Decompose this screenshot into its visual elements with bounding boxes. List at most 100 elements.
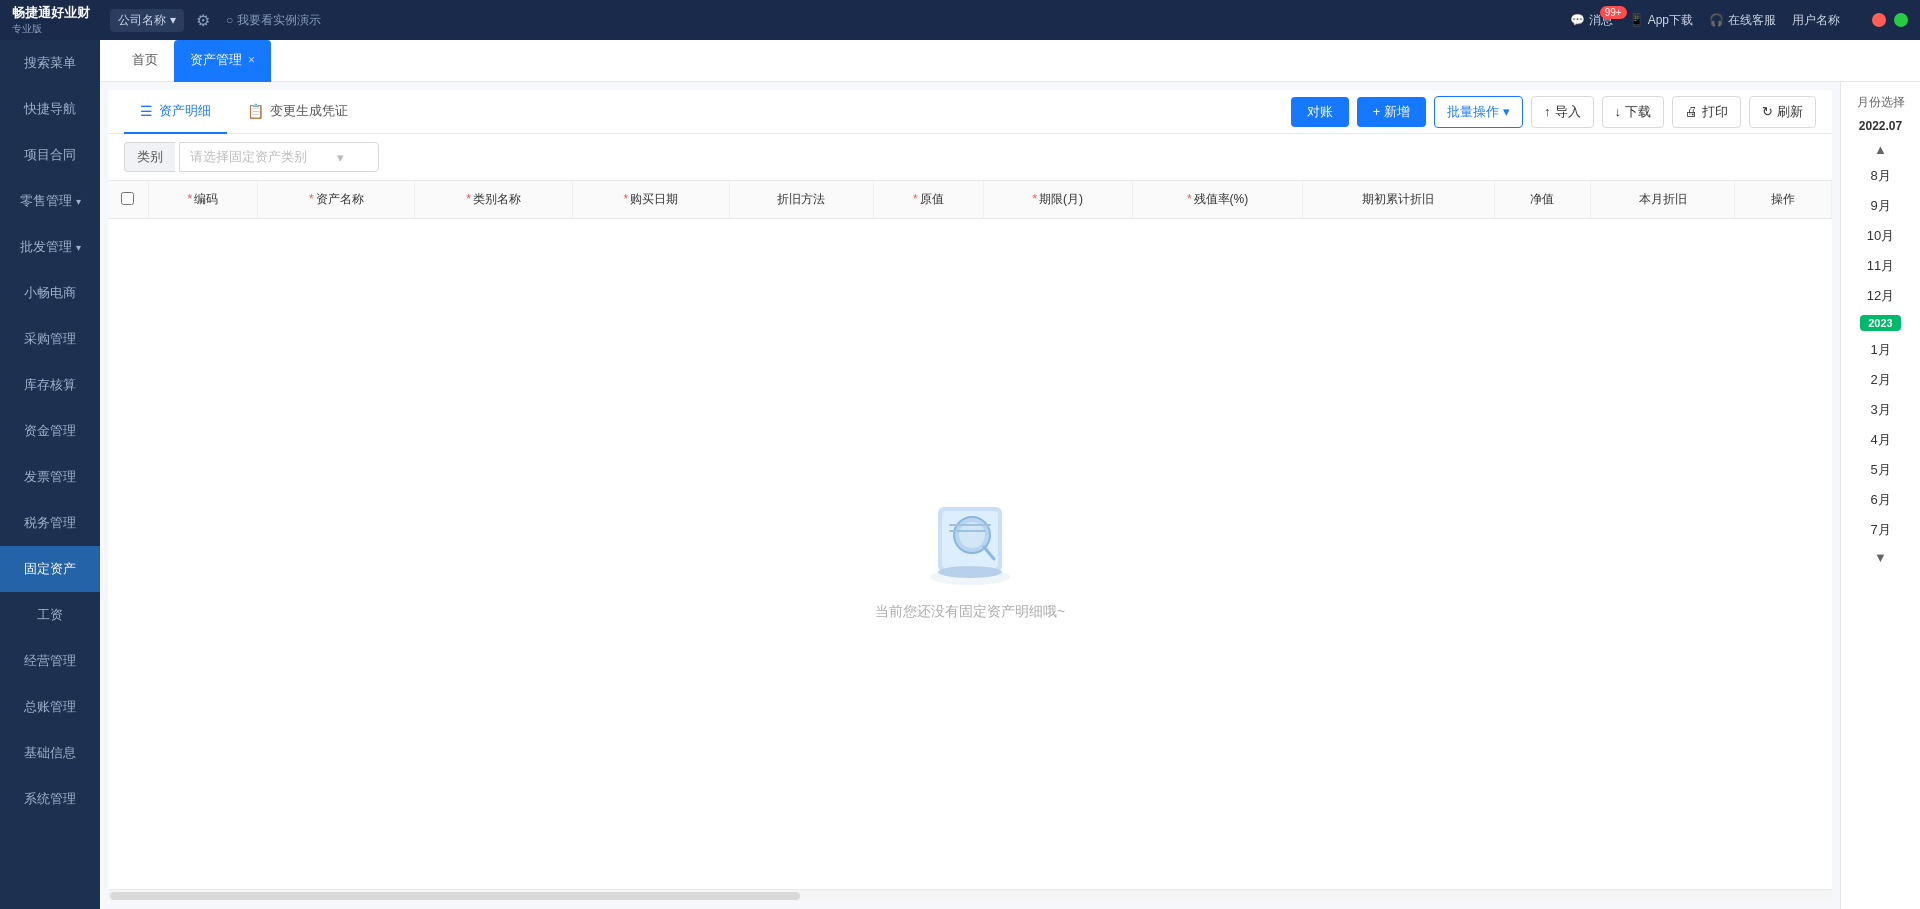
table-header: *编码 *资产名称 *类别名称 *购买日期 折旧方法 *原值 *期限(月) *残…	[108, 181, 1832, 219]
sidebar-item-purchase-mgmt[interactable]: 采购管理	[0, 316, 100, 362]
add-button[interactable]: + 新增	[1357, 97, 1426, 127]
sub-tab-change-voucher[interactable]: 📋 变更生成凭证	[231, 90, 364, 134]
online-service-button[interactable]: 🎧 在线客服	[1709, 12, 1776, 29]
month-item-11[interactable]: 11月	[1841, 251, 1920, 281]
tab-home[interactable]: 首页	[116, 40, 174, 82]
month-nav-up[interactable]: ▲	[1869, 137, 1893, 161]
batch-ops-button[interactable]: 批量操作 ▾	[1434, 96, 1523, 128]
sidebar-item-ops-mgmt[interactable]: 经营管理	[0, 638, 100, 684]
scroll-thumb[interactable]	[110, 892, 800, 900]
month-item-2023-badge[interactable]: 2023	[1860, 315, 1900, 331]
settings-icon[interactable]: ⚙	[196, 11, 210, 30]
refresh-button[interactable]: ↻ 刷新	[1749, 96, 1816, 128]
company-selector[interactable]: 公司名称 ▾	[110, 9, 184, 32]
app-download-label: App下载	[1648, 12, 1693, 29]
download-button[interactable]: ↓ 下载	[1602, 96, 1665, 128]
month-item-5[interactable]: 5月	[1841, 455, 1920, 485]
user-name: 用户名称	[1792, 12, 1840, 29]
import-button[interactable]: ↑ 导入	[1531, 96, 1594, 128]
tab-asset-mgmt-label: 资产管理	[190, 51, 242, 69]
batch-ops-label: 批量操作	[1447, 103, 1499, 121]
sidebar-label-fund-mgmt: 资金管理	[24, 422, 76, 440]
chevron-icon-wholesale: ▾	[76, 242, 81, 253]
change-voucher-icon: 📋	[247, 103, 264, 119]
refresh-icon: ↻	[1762, 104, 1773, 119]
sidebar-item-retail-mgmt[interactable]: 零售管理 ▾	[0, 178, 100, 224]
sidebar-item-quick-nav[interactable]: 快捷导航	[0, 86, 100, 132]
sub-tab-asset-detail[interactable]: ☰ 资产明细	[124, 90, 227, 134]
sidebar-item-basic-info[interactable]: 基础信息	[0, 730, 100, 776]
main-layout: 搜索菜单 快捷导航 项目合同 零售管理 ▾ 批发管理 ▾ 小畅电商 采购管理 库…	[0, 40, 1920, 909]
tab-close-icon[interactable]: ×	[248, 53, 255, 67]
month-item-3[interactable]: 3月	[1841, 395, 1920, 425]
month-item-10[interactable]: 10月	[1841, 221, 1920, 251]
download-label: 下载	[1625, 103, 1651, 121]
tab-asset-mgmt[interactable]: 资产管理 ×	[174, 40, 271, 82]
empty-text: 当前您还没有固定资产明细哦~	[875, 603, 1065, 621]
message-button[interactable]: 💬 消息 99+	[1570, 12, 1613, 29]
filter-bar: 类别 请选择固定资产类别 ▾	[108, 134, 1832, 181]
month-item-4[interactable]: 4月	[1841, 425, 1920, 455]
sidebar-item-project-contract[interactable]: 项目合同	[0, 132, 100, 178]
col-name: *资产名称	[258, 181, 415, 219]
sidebar-item-fund-mgmt[interactable]: 资金管理	[0, 408, 100, 454]
month-item-8[interactable]: 8月	[1841, 161, 1920, 191]
demo-icon: ○	[226, 13, 233, 27]
refresh-label: 刷新	[1777, 103, 1803, 121]
window-controls	[1872, 13, 1908, 27]
app-subtitle: 专业版	[12, 22, 42, 36]
app-download-button[interactable]: 📱 App下载	[1629, 12, 1693, 29]
sidebar-item-salary[interactable]: 工资	[0, 592, 100, 638]
sidebar-label-basic-info: 基础信息	[24, 744, 76, 762]
page-content: ☰ 资产明细 📋 变更生成凭证 对账 + 新增 批量操作 ▾	[100, 82, 1920, 909]
print-label: 打印	[1702, 103, 1728, 121]
asset-detail-icon: ☰	[140, 103, 153, 119]
window-maximize-button[interactable]	[1894, 13, 1908, 27]
sidebar-item-invoice-mgmt[interactable]: 发票管理	[0, 454, 100, 500]
category-label: 类别	[124, 142, 175, 172]
sidebar-item-ledger-mgmt[interactable]: 总账管理	[0, 684, 100, 730]
demo-link[interactable]: ○ 我要看实例演示	[226, 12, 321, 29]
sidebar-item-fixed-assets[interactable]: 固定资产	[0, 546, 100, 592]
category-arrow-icon: ▾	[337, 150, 344, 165]
month-item-6[interactable]: 6月	[1841, 485, 1920, 515]
category-placeholder: 请选择固定资产类别	[190, 148, 307, 166]
sidebar-item-tax-mgmt[interactable]: 税务管理	[0, 500, 100, 546]
col-monthly-depreciation: 本月折旧	[1591, 181, 1735, 219]
horizontal-scrollbar[interactable]	[108, 889, 1832, 901]
category-filter: 类别 请选择固定资产类别 ▾	[124, 142, 379, 172]
checkbox-all[interactable]	[121, 192, 134, 205]
demo-text: 我要看实例演示	[237, 12, 321, 29]
asset-table: *编码 *资产名称 *类别名称 *购买日期 折旧方法 *原值 *期限(月) *残…	[108, 181, 1832, 219]
month-nav-down[interactable]: ▼	[1869, 545, 1893, 569]
sidebar-label-ledger-mgmt: 总账管理	[24, 698, 76, 716]
month-item-9[interactable]: 9月	[1841, 191, 1920, 221]
sidebar-label-tax-mgmt: 税务管理	[24, 514, 76, 532]
sidebar-item-system-mgmt[interactable]: 系统管理	[0, 776, 100, 822]
print-button[interactable]: 🖨 打印	[1672, 96, 1741, 128]
top-bar: 畅捷通好业财 专业版 公司名称 ▾ ⚙ ○ 我要看实例演示 💬 消息 99+ 📱…	[0, 0, 1920, 40]
category-input[interactable]: 请选择固定资产类别 ▾	[179, 142, 379, 172]
download-icon: ↓	[1615, 104, 1622, 119]
import-icon: ↑	[1544, 104, 1551, 119]
sidebar-label-quick-nav: 快捷导航	[24, 100, 76, 118]
message-icon: 💬	[1570, 13, 1585, 27]
sidebar-item-wholesale-mgmt[interactable]: 批发管理 ▾	[0, 224, 100, 270]
month-item-2[interactable]: 2月	[1841, 365, 1920, 395]
month-item-7[interactable]: 7月	[1841, 515, 1920, 545]
online-service-label: 在线客服	[1728, 12, 1776, 29]
month-item-1[interactable]: 1月	[1841, 335, 1920, 365]
chevron-down-icon: ▾	[170, 13, 176, 27]
month-item-12[interactable]: 12月	[1841, 281, 1920, 311]
online-service-icon: 🎧	[1709, 13, 1724, 27]
sidebar-item-ecommerce[interactable]: 小畅电商	[0, 270, 100, 316]
window-close-button[interactable]	[1872, 13, 1886, 27]
chevron-icon-retail: ▾	[76, 196, 81, 207]
sidebar-item-search-menu[interactable]: 搜索菜单	[0, 40, 100, 86]
checkbox-all-header	[108, 181, 148, 219]
sidebar-label-inventory: 库存核算	[24, 376, 76, 394]
sidebar-item-inventory[interactable]: 库存核算	[0, 362, 100, 408]
message-badge: 99+	[1600, 6, 1627, 19]
reconcile-button[interactable]: 对账	[1291, 97, 1349, 127]
table-container: *编码 *资产名称 *类别名称 *购买日期 折旧方法 *原值 *期限(月) *残…	[108, 181, 1832, 889]
